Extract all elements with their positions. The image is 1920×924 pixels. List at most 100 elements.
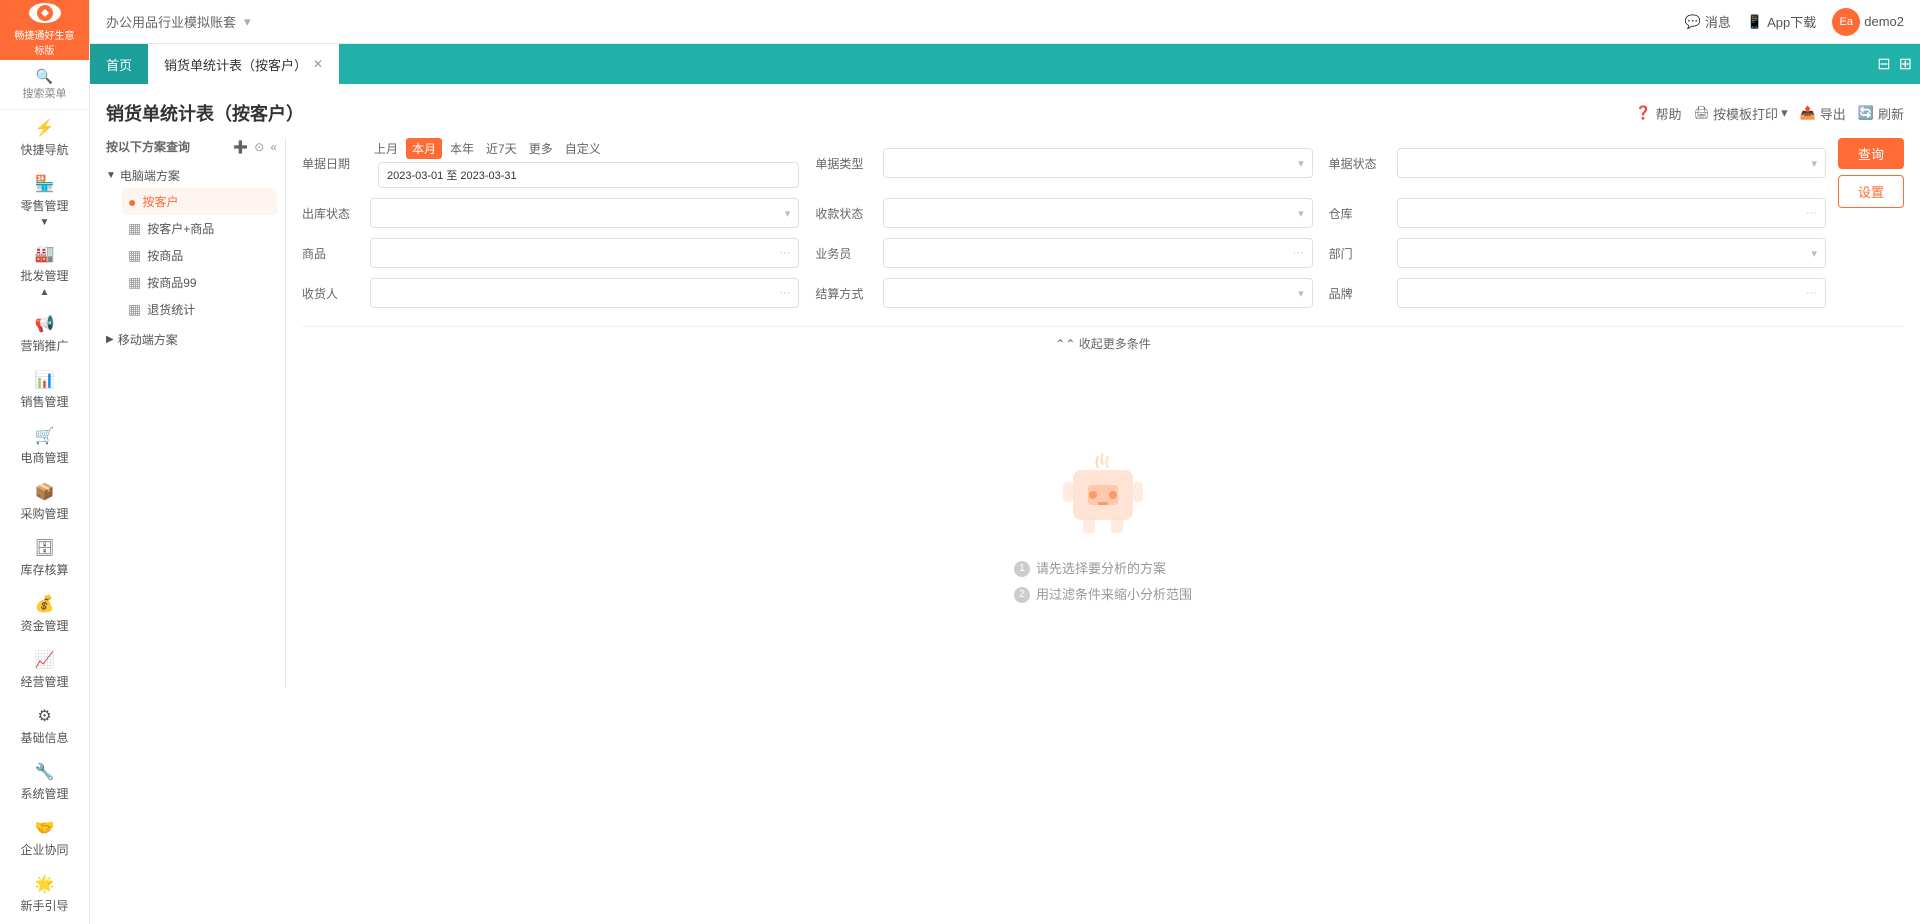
sidebar-item-basic[interactable]: ⚙ 基础信息	[0, 698, 89, 754]
refresh-label: 刷新	[1878, 104, 1904, 123]
goods-input[interactable]: ···	[370, 238, 799, 268]
settlement-input[interactable]: ▾	[883, 278, 1312, 308]
sidebar-item-newguide[interactable]: 🌟 新手引导	[0, 866, 89, 922]
goods-label: 商品	[302, 245, 362, 262]
salesperson-input[interactable]: ···	[883, 238, 1312, 268]
scheme-settings-icon[interactable]: ⊙	[254, 140, 264, 154]
scheme-item-by-goods[interactable]: ▦ 按商品	[122, 242, 277, 269]
sidebar-item-ecommerce[interactable]: 🛒 电商管理	[0, 418, 89, 474]
retail-arrow: ▼	[40, 217, 50, 228]
date-range-input[interactable]: 2023-03-01 至 2023-03-31	[378, 162, 799, 188]
sidebar-item-system[interactable]: 🔧 系统管理	[0, 754, 89, 810]
refresh-btn[interactable]: 🔄 刷新	[1858, 104, 1904, 123]
scheme-panel-title: 按以下方案查询	[106, 138, 190, 155]
sidebar-item-purchase[interactable]: 📦 采购管理	[0, 474, 89, 530]
scheme-group-mobile-header[interactable]: ▶ 移动端方案	[106, 327, 277, 352]
sidebar-item-wholesale[interactable]: 🏭 批发管理 ▲	[0, 236, 89, 306]
collapse-bar[interactable]: ⌃⌃ 收起更多条件	[302, 326, 1904, 360]
tab-close-icon[interactable]: ✕	[313, 57, 323, 71]
scheme-add-icon[interactable]: ➕	[233, 140, 248, 154]
receipt-status-input[interactable]: ▾	[883, 198, 1312, 228]
sidebar-label-purchase: 采购管理	[20, 505, 68, 522]
wholesale-arrow: ▲	[40, 287, 50, 298]
bill-status-arrow: ▾	[1811, 157, 1817, 170]
search-menu[interactable]: 🔍 搜索菜单	[0, 60, 89, 110]
scheme-item-by-customer[interactable]: ● 按客户	[122, 188, 277, 215]
sidebar-item-operations[interactable]: 📈 经营管理	[0, 642, 89, 698]
scheme-collapse-icon[interactable]: «	[270, 140, 277, 154]
date-tab-more[interactable]: 更多	[525, 138, 557, 159]
sidebar-item-finance[interactable]: 💰 资金管理	[0, 586, 89, 642]
scheme-group-desktop-header[interactable]: ▼ 电脑端方案	[106, 163, 277, 188]
sidebar-item-marketing[interactable]: 📢 营销推广	[0, 306, 89, 362]
quicknav-icon: ⚡	[35, 118, 55, 138]
warehouse-input[interactable]: ···	[1397, 198, 1826, 228]
template-print-btn[interactable]: 🖨 按模板打印 ▾	[1694, 104, 1788, 123]
sidebar-label-marketing: 营销推广	[20, 337, 68, 354]
out-status-input[interactable]: ▾	[370, 198, 799, 228]
sidebar-label-system: 系统管理	[20, 785, 68, 802]
app-logo: 畅捷通好生意 标版	[0, 0, 90, 60]
sidebar-item-quicknav[interactable]: ⚡ 快捷导航	[0, 110, 89, 166]
out-status-label: 出库状态	[302, 205, 362, 222]
date-tab-last-7[interactable]: 近7天	[482, 138, 521, 159]
template-print-label: 按模板打印	[1713, 104, 1778, 123]
sidebar-item-inventory[interactable]: 🗄 库存核算	[0, 530, 89, 586]
sidebar-item-retail[interactable]: 🏪 零售管理 ▼	[0, 166, 89, 236]
scheme-item-by-goods-99[interactable]: ▦ 按商品99	[122, 269, 277, 296]
date-tab-last-month[interactable]: 上月	[370, 138, 402, 159]
workspace-dropdown-icon[interactable]: ▾	[244, 14, 251, 30]
filter-bill-status: 单据状态 ▾	[1329, 138, 1826, 188]
sidebar-label-finance: 资金管理	[20, 617, 68, 634]
department-label: 部门	[1329, 245, 1389, 262]
department-input[interactable]: ▾	[1397, 238, 1826, 268]
query-btn[interactable]: 查询	[1838, 138, 1904, 169]
filter-bill-type: 单据类型 ▾	[815, 138, 1312, 188]
bill-status-input[interactable]: ▾	[1397, 148, 1826, 178]
filter-results-panel: 单据日期 上月 本月 本年 近7天 更多 自定义	[302, 138, 1904, 688]
logo-icon	[29, 3, 61, 23]
page-title-row: 销货单统计表（按客户） ❓ 帮助 🖨 按模板打印 ▾ 📤 导出	[106, 100, 1904, 126]
tab-home[interactable]: 首页	[90, 44, 148, 84]
receiver-input[interactable]: ···	[370, 278, 799, 308]
brand-input[interactable]: ···	[1397, 278, 1826, 308]
user-menu[interactable]: Ea demo2	[1832, 8, 1904, 36]
finance-icon: 💰	[35, 594, 55, 614]
export-btn[interactable]: 📤 导出	[1800, 104, 1846, 123]
messages-btn[interactable]: 💬 消息	[1685, 12, 1731, 31]
enterprise-icon: 🤝	[35, 818, 55, 838]
bill-type-input[interactable]: ▾	[883, 148, 1312, 178]
content-layout: 按以下方案查询 ➕ ⊙ « ▼ 电脑端方案	[106, 138, 1904, 688]
date-tab-custom[interactable]: 自定义	[561, 138, 605, 159]
help-icon: ❓	[1635, 105, 1651, 121]
filter-warehouse: 仓库 ···	[1329, 198, 1826, 228]
app-download-label: App下载	[1767, 12, 1816, 31]
filter-out-status: 出库状态 ▾	[302, 198, 799, 228]
page-content: 销货单统计表（按客户） ❓ 帮助 🖨 按模板打印 ▾ 📤 导出	[90, 84, 1920, 924]
receiver-more-icon: ···	[779, 287, 790, 299]
help-btn[interactable]: ❓ 帮助	[1635, 104, 1681, 123]
app-download-btn[interactable]: 📱 App下载	[1747, 12, 1816, 31]
scheme-item-by-customer-goods[interactable]: ▦ 按客户+商品	[122, 215, 277, 242]
page-title: 销货单统计表（按客户）	[106, 100, 304, 126]
scheme-item-return-stat[interactable]: ▦ 退货统计	[122, 296, 277, 323]
warehouse-more-icon: ···	[1806, 207, 1817, 219]
filter-panel: 单据日期 上月 本月 本年 近7天 更多 自定义	[302, 138, 1826, 318]
tab-minimize-icon[interactable]: ⊟	[1877, 54, 1890, 74]
tip-text-2: 用过滤条件来缩小分析范围	[1036, 582, 1192, 608]
settings-btn[interactable]: 设置	[1838, 175, 1904, 208]
sidebar-item-sales[interactable]: 📊 销售管理	[0, 362, 89, 418]
basic-icon: ⚙	[37, 706, 51, 726]
sidebar-item-enterprise[interactable]: 🤝 企业协同	[0, 810, 89, 866]
ecommerce-icon: 🛒	[35, 426, 55, 446]
date-tab-this-year[interactable]: 本年	[446, 138, 478, 159]
print-icon: 🖨	[1694, 105, 1711, 121]
tab-sales-stat[interactable]: 销货单统计表（按客户） ✕	[148, 44, 339, 84]
help-label: 帮助	[1656, 104, 1682, 123]
tab-maximize-icon[interactable]: ⊞	[1899, 54, 1912, 74]
sidebar-label-ecommerce: 电商管理	[20, 449, 68, 466]
marketing-icon: 📢	[35, 314, 55, 334]
salesperson-more-icon: ···	[1293, 247, 1304, 259]
date-tab-this-month[interactable]: 本月	[406, 138, 442, 159]
inventory-icon: 🗄	[34, 538, 54, 558]
